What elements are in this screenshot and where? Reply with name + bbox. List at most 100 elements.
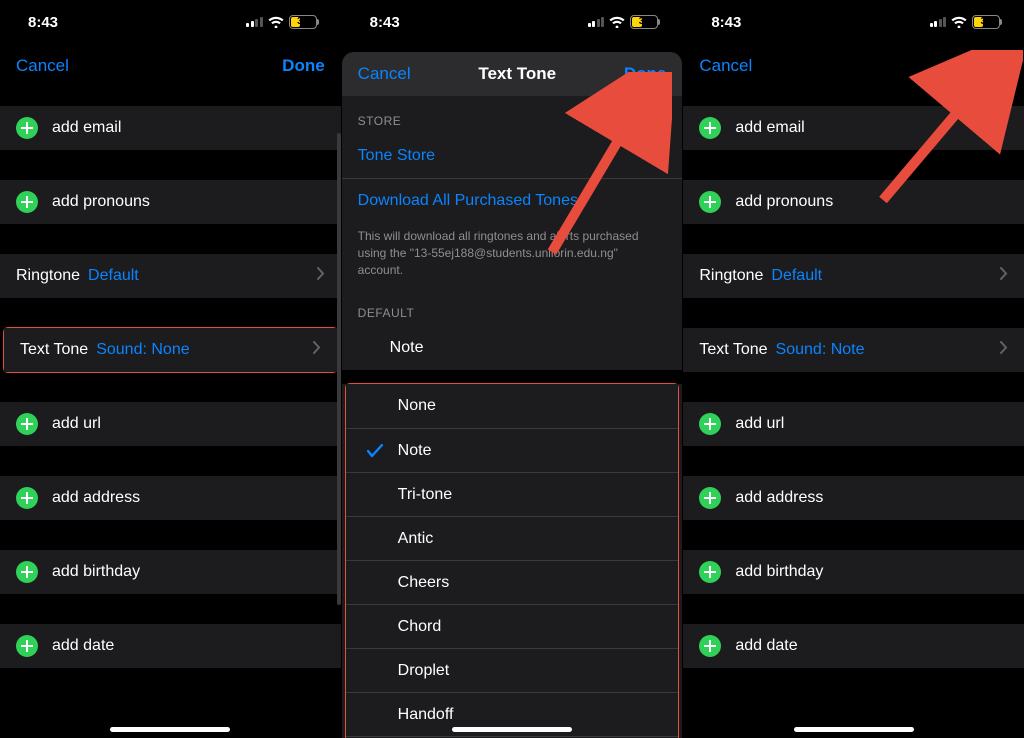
download-tones-row[interactable]: Download All Purchased Tones (342, 178, 683, 222)
text-tone-row[interactable]: Text Tone Sound: Note (683, 328, 1024, 372)
nav-bar: Cancel Done (683, 44, 1024, 88)
tone-label: Cheers (394, 574, 450, 592)
add-url-label: add url (52, 415, 101, 433)
tone-store-row[interactable]: Tone Store (342, 134, 683, 178)
add-date-row[interactable]: add date (0, 624, 341, 668)
chevron-right-icon (317, 267, 325, 285)
cellular-icon (930, 17, 947, 27)
add-birthday-label: add birthday (735, 563, 823, 581)
modal-nav: Cancel Text Tone Done (342, 52, 683, 96)
add-url-row[interactable]: add url (683, 402, 1024, 446)
add-email-row[interactable]: add email (683, 106, 1024, 150)
plus-icon (699, 191, 721, 213)
tone-label: None (394, 397, 436, 415)
ringtone-value: Default (88, 267, 139, 285)
add-pronouns-label: add pronouns (735, 193, 833, 211)
add-url-label: add url (735, 415, 784, 433)
add-date-row[interactable]: add date (683, 624, 1024, 668)
default-header: DEFAULT (342, 288, 683, 326)
tone-row[interactable]: Chord (346, 604, 679, 648)
phone-screen-3: 8:43 36 Cancel Done add email (682, 0, 1024, 738)
add-email-label: add email (52, 119, 121, 137)
add-pronouns-row[interactable]: add pronouns (0, 180, 341, 224)
add-url-row[interactable]: add url (0, 402, 341, 446)
cancel-button[interactable]: Cancel (358, 64, 411, 84)
add-pronouns-label: add pronouns (52, 193, 150, 211)
cancel-button[interactable]: Cancel (16, 56, 69, 76)
home-indicator[interactable] (110, 727, 230, 732)
add-birthday-label: add birthday (52, 563, 140, 581)
done-button[interactable]: Done (966, 56, 1009, 76)
tone-label: Tri-tone (394, 486, 453, 504)
status-time: 8:43 (370, 14, 400, 31)
plus-icon (16, 117, 38, 139)
tone-row[interactable]: Antic (346, 516, 679, 560)
status-bar: 8:43 36 (683, 0, 1024, 44)
nav-bar: Cancel Done (0, 44, 341, 88)
add-email-label: add email (735, 119, 804, 137)
wifi-icon (951, 16, 967, 28)
wifi-icon (268, 16, 284, 28)
cancel-button[interactable]: Cancel (699, 56, 752, 76)
plus-icon (699, 117, 721, 139)
text-tone-value: Sound: Note (776, 341, 865, 359)
done-button[interactable]: Done (624, 64, 667, 84)
tone-row[interactable]: Tri-tone (346, 472, 679, 516)
tone-store-label: Tone Store (358, 147, 435, 165)
status-bar: 8:43 37 (0, 0, 341, 44)
tone-row[interactable]: Cheers (346, 560, 679, 604)
plus-icon (699, 413, 721, 435)
checkmark-icon (362, 444, 388, 458)
text-tone-label: Text Tone (20, 341, 88, 359)
ringtone-row[interactable]: Ringtone Default (0, 254, 341, 298)
cellular-icon (246, 17, 263, 27)
ringtone-value: Default (771, 267, 822, 285)
plus-icon (699, 635, 721, 657)
done-button[interactable]: Done (282, 56, 325, 76)
cellular-icon (588, 17, 605, 27)
tone-row-top[interactable]: Note (342, 326, 683, 370)
home-indicator[interactable] (452, 727, 572, 732)
ringtone-label: Ringtone (16, 267, 80, 285)
ringtone-row[interactable]: Ringtone Default (683, 254, 1024, 298)
battery-icon: 37 (289, 15, 317, 29)
battery-icon: 36 (972, 15, 1000, 29)
add-birthday-row[interactable]: add birthday (0, 550, 341, 594)
add-email-row[interactable]: add email (0, 106, 341, 150)
add-pronouns-row[interactable]: add pronouns (683, 180, 1024, 224)
tone-label: Antic (394, 530, 434, 548)
chevron-right-icon (1000, 341, 1008, 359)
chevron-right-icon (1000, 267, 1008, 285)
tone-row[interactable]: None (346, 384, 679, 428)
text-tone-value: Sound: None (96, 341, 189, 359)
add-date-label: add date (52, 637, 114, 655)
text-tone-row[interactable]: Text Tone Sound: None (4, 328, 337, 372)
chevron-right-icon (313, 341, 321, 359)
tone-label: Droplet (394, 662, 450, 680)
plus-icon (16, 413, 38, 435)
plus-icon (16, 487, 38, 509)
add-address-row[interactable]: add address (683, 476, 1024, 520)
download-tones-label: Download All Purchased Tones (358, 192, 578, 210)
wifi-icon (609, 16, 625, 28)
download-hint: This will download all ringtones and ale… (342, 222, 683, 288)
tone-label: Note (394, 442, 432, 460)
store-header: STORE (342, 96, 683, 134)
add-birthday-row[interactable]: add birthday (683, 550, 1024, 594)
plus-icon (16, 191, 38, 213)
tone-row[interactable]: Droplet (346, 648, 679, 692)
ringtone-label: Ringtone (699, 267, 763, 285)
text-tone-label: Text Tone (699, 341, 767, 359)
tone-row[interactable]: Note (346, 428, 679, 472)
plus-icon (16, 635, 38, 657)
tone-list: NoneNoteTri-toneAnticCheersChordDropletH… (346, 384, 679, 738)
plus-icon (699, 487, 721, 509)
modal-title: Text Tone (478, 64, 556, 84)
home-indicator[interactable] (794, 727, 914, 732)
status-bar: 8:43 36 (342, 0, 683, 44)
battery-icon: 36 (630, 15, 658, 29)
add-address-label: add address (735, 489, 823, 507)
add-date-label: add date (735, 637, 797, 655)
add-address-row[interactable]: add address (0, 476, 341, 520)
tone-label: Note (390, 339, 424, 357)
